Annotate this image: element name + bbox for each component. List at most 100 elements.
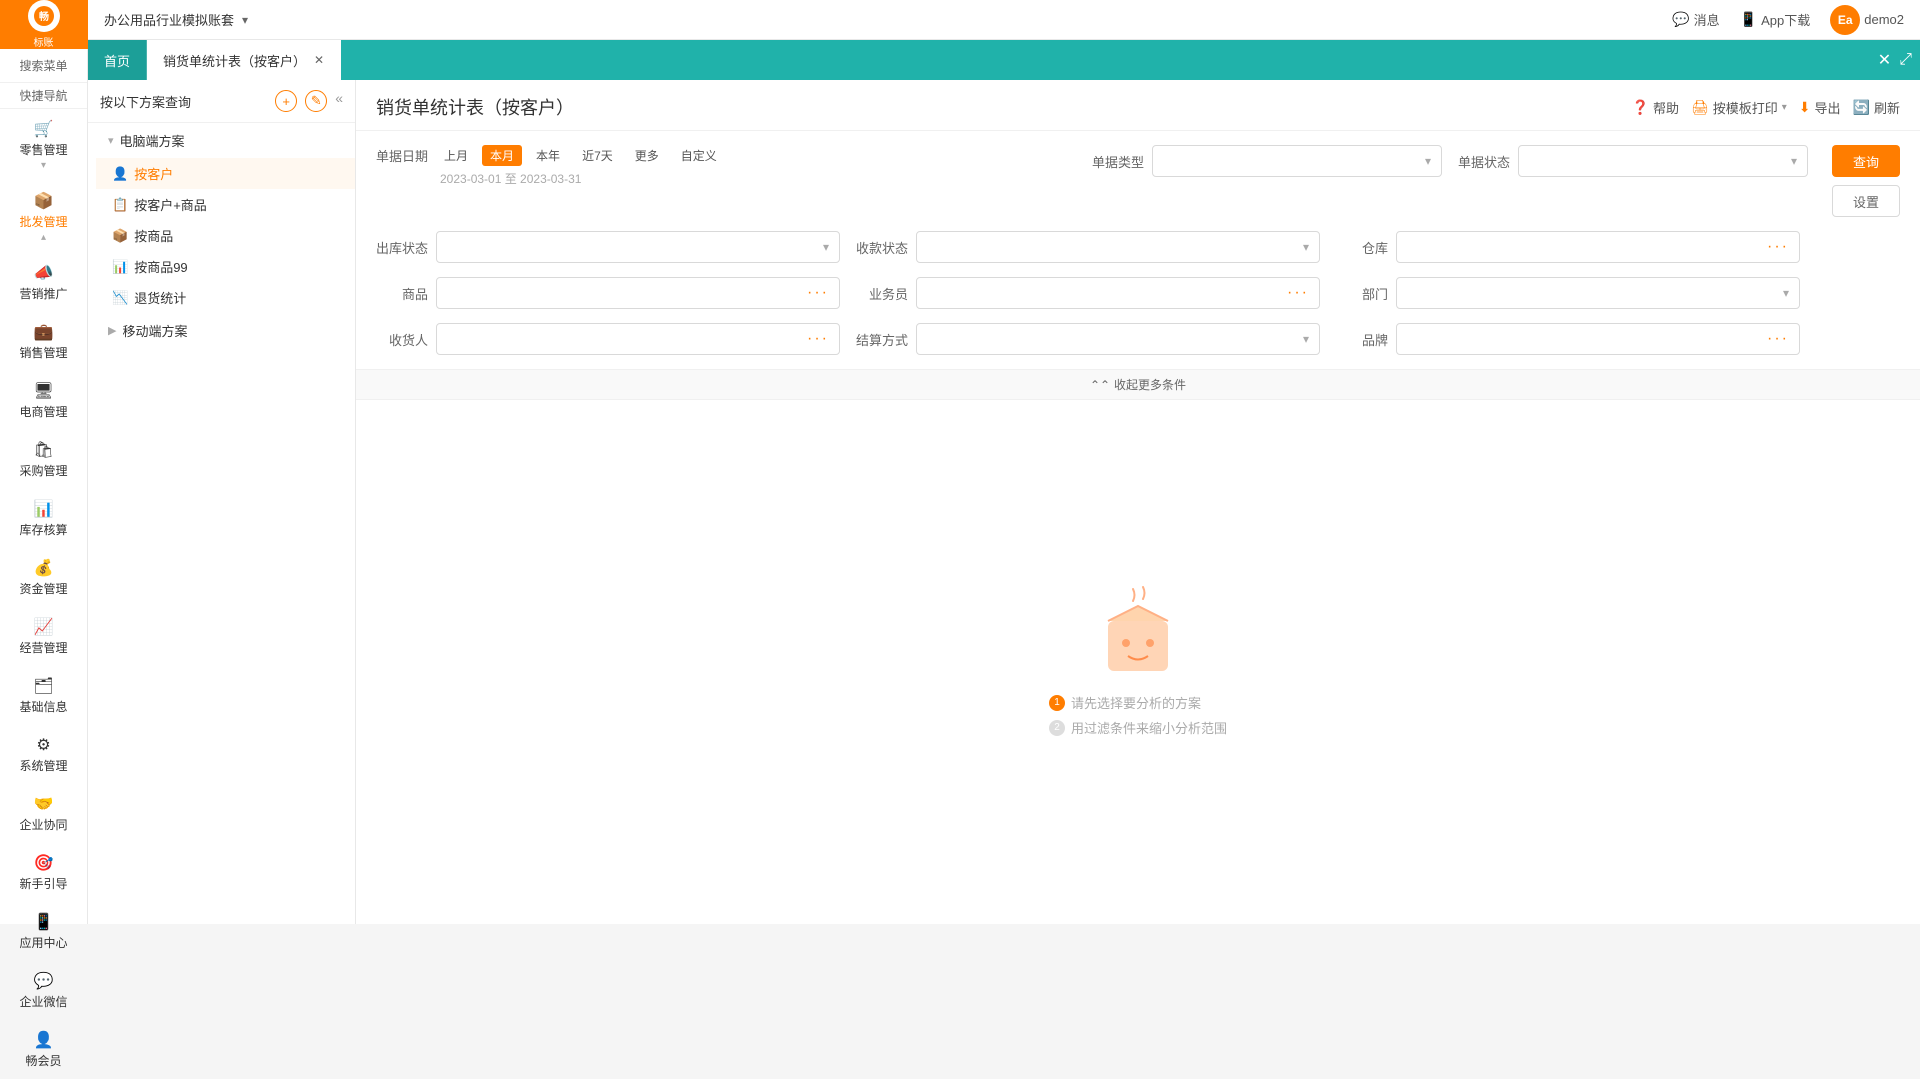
sidebar-item-inventory[interactable]: 📊 库存核算 — [0, 489, 87, 548]
sidebar-item-appstore[interactable]: 📱 应用中心 — [0, 902, 87, 961]
scheme-by-goods[interactable]: 📦 按商品 — [96, 220, 355, 251]
tab-sales-stat[interactable]: 销货单统计表（按客户） ✕ — [147, 40, 341, 80]
sidebar-item-wholesale[interactable]: 📦 批发管理 ▴ — [0, 181, 87, 253]
payment-method-control[interactable]: ▾ — [916, 323, 1320, 355]
sidebar-item-basic[interactable]: 🗂 基础信息 — [0, 666, 87, 725]
sidebar: 畅 标账 搜索菜单 快捷导航 🛒 零售管理 ▾ 📦 批发管理 ▴ 📣 营销推广 … — [0, 0, 88, 924]
out-status-control[interactable]: ▾ — [436, 231, 840, 263]
sidebar-item-member[interactable]: 👤 畅会员 — [0, 1020, 87, 1079]
logo-text: 标账 — [34, 34, 54, 49]
export-icon: ⬇ — [1799, 99, 1811, 116]
help-btn[interactable]: ❓ 帮助 — [1632, 98, 1679, 117]
chevron-down-icon: ▾ — [41, 160, 46, 171]
consignee-control[interactable]: ··· — [436, 323, 840, 355]
search-menu-item[interactable]: 搜索菜单 — [0, 49, 87, 83]
sidebar-item-retail[interactable]: 🛒 零售管理 ▾ — [0, 109, 87, 181]
receipt-status-label: 收款状态 — [856, 238, 908, 257]
print-icon: 🖨 — [1691, 99, 1709, 116]
sidebar-item-enterprise[interactable]: 🤝 企业协同 — [0, 784, 87, 843]
sidebar-item-marketing[interactable]: 📣 营销推广 — [0, 253, 87, 312]
app-download-action[interactable]: 📱 App下载 — [1740, 10, 1811, 29]
salesperson-control[interactable]: ··· — [916, 277, 1320, 309]
goods-icon: 📦 — [112, 228, 128, 244]
date-label: 单据日期 — [376, 146, 428, 165]
sidebar-item-finance[interactable]: 💰 资金管理 — [0, 548, 87, 607]
query-button[interactable]: 查询 — [1832, 145, 1900, 177]
sidebar-item-sales[interactable]: 💼 销售管理 — [0, 312, 87, 371]
system-icon: ⚙ — [36, 735, 50, 755]
date-this-year[interactable]: 本年 — [528, 145, 568, 166]
quick-nav-item[interactable]: 快捷导航 — [0, 83, 87, 109]
goods-99-icon: 📊 — [112, 259, 128, 275]
goods-label: 商品 — [376, 284, 428, 303]
export-btn[interactable]: ⬇ 导出 — [1799, 98, 1841, 117]
left-panel-actions: + ✎ « — [275, 90, 343, 112]
scheme-return-stat[interactable]: 📉 退货统计 — [96, 282, 355, 313]
user-menu[interactable]: Ea demo2 — [1830, 5, 1904, 35]
receipt-status-control[interactable]: ▾ — [916, 231, 1320, 263]
refresh-btn[interactable]: 🔄 刷新 — [1853, 98, 1900, 117]
topbar-left: 办公用品行业模拟账套 ▾ — [104, 10, 248, 29]
sidebar-item-system[interactable]: ⚙ 系统管理 — [0, 725, 87, 784]
wholesale-icon: 📦 — [34, 191, 54, 211]
message-icon: 💬 — [1672, 11, 1689, 28]
sidebar-item-purchase[interactable]: 🛍 采购管理 — [0, 430, 87, 489]
collapse-bar[interactable]: ⌃⌃ 收起更多条件 — [356, 369, 1920, 400]
tab-home[interactable]: 首页 — [88, 40, 147, 80]
more-btn[interactable]: ··· — [1767, 238, 1789, 256]
scheme-by-customer[interactable]: 👤 按客户 — [96, 158, 355, 189]
page-actions: ❓ 帮助 🖨 按模板打印 ⬇ 导出 🔄 刷新 — [1632, 98, 1900, 117]
tab-close-all-btn[interactable]: ✕ — [1878, 50, 1891, 70]
doc-status-control[interactable]: ▾ — [1518, 145, 1808, 177]
download-icon: 📱 — [1740, 11, 1757, 28]
date-more[interactable]: 更多 — [627, 145, 667, 166]
mobile-scheme-group[interactable]: ▶ 移动端方案 — [96, 313, 355, 348]
warehouse-control[interactable]: ··· — [1396, 231, 1800, 263]
sidebar-item-operations[interactable]: 📈 经营管理 — [0, 607, 87, 666]
date-last-7[interactable]: 近7天 — [574, 145, 621, 166]
tab-close-icon[interactable]: ✕ — [314, 53, 324, 67]
refresh-icon: 🔄 — [1853, 99, 1870, 116]
logo-icon: 畅 — [28, 0, 60, 32]
scheme-by-goods-99[interactable]: 📊 按商品99 — [96, 251, 355, 282]
edit-scheme-btn[interactable]: ✎ — [305, 90, 327, 112]
goods-control[interactable]: ··· — [436, 277, 840, 309]
consignee-field: 收货人 ··· — [376, 323, 840, 355]
tab-expand-btn[interactable]: ⤢ — [1899, 51, 1912, 69]
department-control[interactable]: ▾ — [1396, 277, 1800, 309]
print-tpl-btn[interactable]: 🖨 按模板打印 — [1691, 98, 1787, 117]
doc-type-control[interactable]: ▾ — [1152, 145, 1442, 177]
topbar: 办公用品行业模拟账套 ▾ 💬 消息 📱 App下载 Ea demo2 — [88, 0, 1920, 40]
goods-more-btn[interactable]: ··· — [807, 284, 829, 302]
customer-goods-icon: 📋 — [112, 197, 128, 213]
caret-icon: ▾ — [108, 134, 114, 147]
add-scheme-btn[interactable]: + — [275, 90, 297, 112]
sidebar-item-newbie[interactable]: 🎯 新手引导 — [0, 843, 87, 902]
member-icon: 👤 — [34, 1030, 54, 1050]
date-custom[interactable]: 自定义 — [673, 145, 725, 166]
empty-illustration — [1078, 581, 1198, 681]
scheme-tree: ▾ 电脑端方案 👤 按客户 📋 按客户+商品 📦 按商品 📊 — [88, 123, 355, 348]
salesperson-more-btn[interactable]: ··· — [1287, 284, 1309, 302]
chevron-up-icon: ▴ — [41, 232, 46, 243]
sidebar-item-ecommerce[interactable]: 🖥 电商管理 — [0, 371, 87, 430]
consignee-more-btn[interactable]: ··· — [807, 330, 829, 348]
left-panel-header: 按以下方案查询 + ✎ « — [88, 80, 355, 123]
industry-label: 办公用品行业模拟账套 — [104, 10, 234, 29]
department-label: 部门 — [1336, 284, 1388, 303]
date-last-month[interactable]: 上月 — [436, 145, 476, 166]
payment-method-field: 结算方式 ▾ — [856, 323, 1320, 355]
settings-button[interactable]: 设置 — [1832, 185, 1900, 217]
date-this-month[interactable]: 本月 — [482, 145, 522, 166]
collapse-panel-btn[interactable]: « — [335, 90, 343, 112]
desktop-scheme-group[interactable]: ▾ 电脑端方案 — [96, 123, 355, 158]
empty-step-1: 1 请先选择要分析的方案 — [1049, 693, 1227, 712]
scheme-by-customer-goods[interactable]: 📋 按客户+商品 — [96, 189, 355, 220]
brand-control[interactable]: ··· — [1396, 323, 1800, 355]
message-action[interactable]: 💬 消息 — [1672, 10, 1719, 29]
industry-dropdown[interactable]: ▾ — [242, 13, 248, 27]
brand-more-btn[interactable]: ··· — [1767, 330, 1789, 348]
sidebar-item-wechat[interactable]: 💬 企业微信 — [0, 961, 87, 1020]
warehouse-label: 仓库 — [1336, 238, 1388, 257]
newbie-icon: 🎯 — [34, 853, 54, 873]
